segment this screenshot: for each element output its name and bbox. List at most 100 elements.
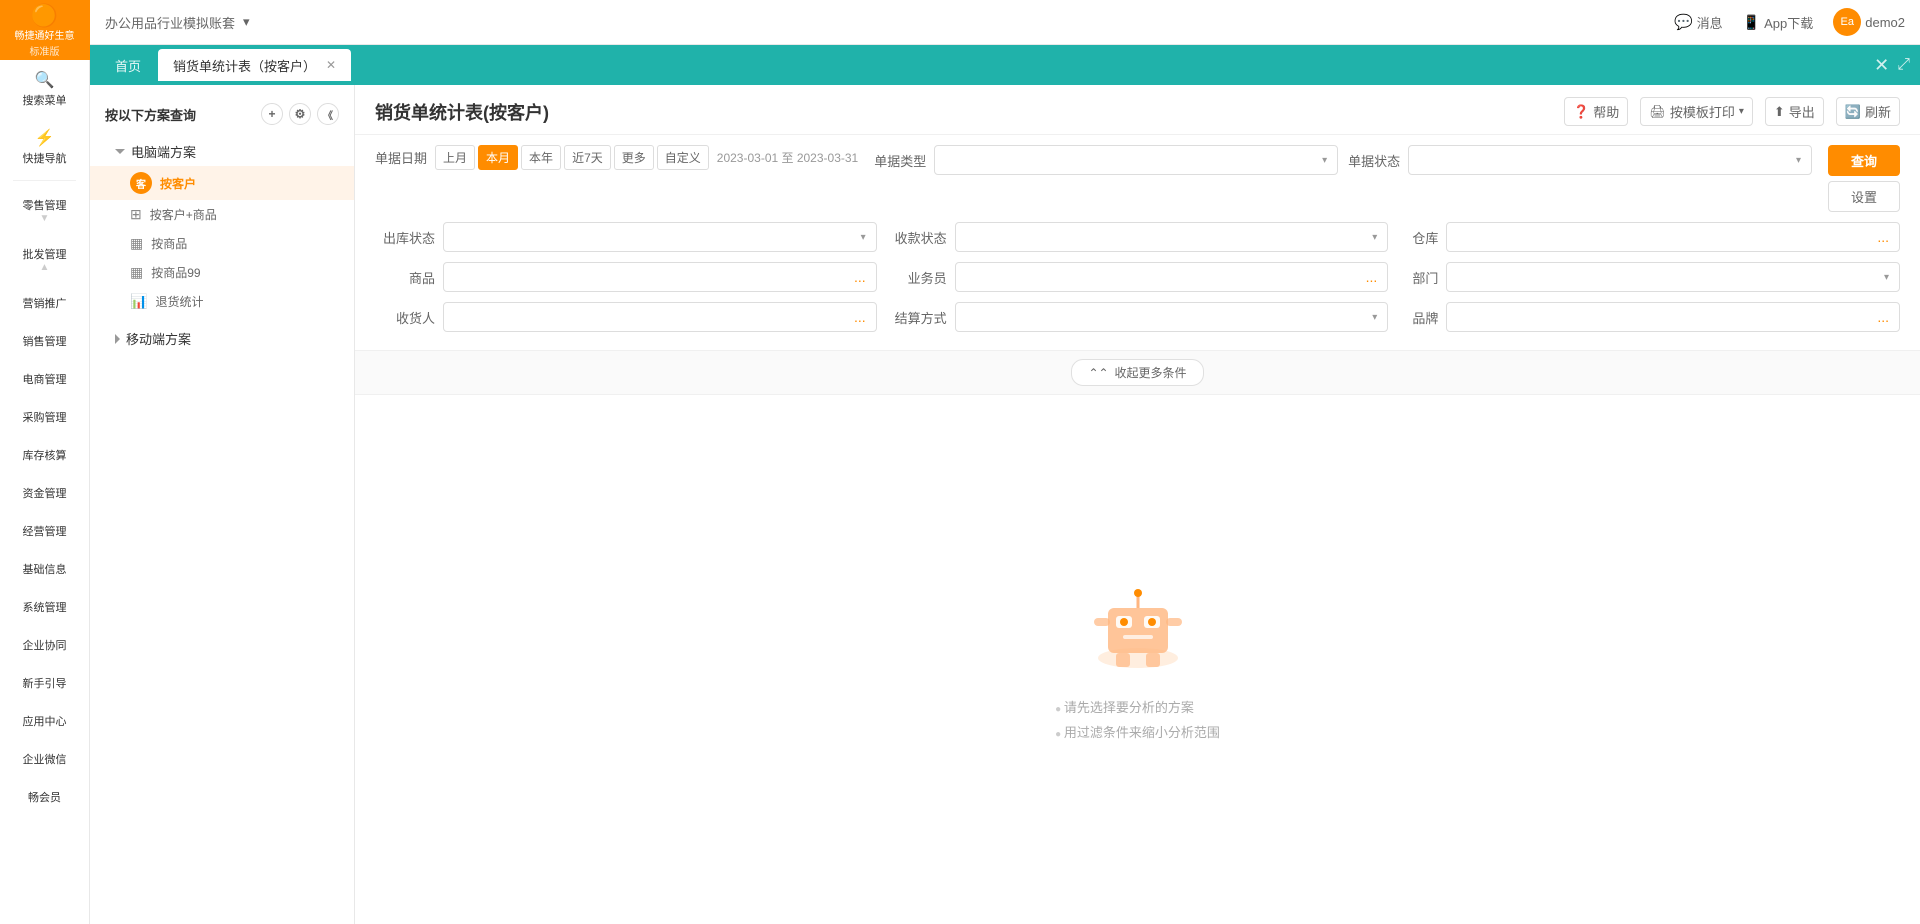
sidebar-item-inventory[interactable]: 库存核算	[0, 435, 90, 473]
receipt-status-select[interactable]: ▾	[955, 222, 1389, 252]
window-close-icon[interactable]: ✕	[1874, 55, 1889, 76]
goods-dots[interactable]: ...	[854, 269, 866, 285]
filter-order-type: 单据类型 ▾	[874, 145, 1338, 175]
sidebar-item-marketing[interactable]: 营销推广	[0, 283, 90, 321]
order-type-select[interactable]: ▾	[934, 145, 1338, 175]
sidebar-item-vip[interactable]: 畅会员	[0, 777, 90, 815]
template-print-btn[interactable]: 🖨 按模板打印 ▾	[1640, 97, 1753, 126]
plan-group-mobile-header[interactable]: 移动端方案	[90, 324, 354, 353]
export-icon: ⬆	[1774, 104, 1785, 120]
salesperson-input[interactable]: ...	[955, 262, 1389, 292]
date-btn-last-7[interactable]: 近7天	[564, 145, 611, 170]
out-status-select[interactable]: ▾	[443, 222, 877, 252]
sidebar-item-retail[interactable]: 零售管理 ▼	[0, 185, 90, 234]
wholesale-arrow: ▲	[0, 262, 90, 273]
date-btn-last-month[interactable]: 上月	[435, 145, 475, 170]
pc-group-label: 电脑端方案	[131, 142, 196, 161]
goods-input[interactable]: ...	[443, 262, 877, 292]
date-btn-this-month[interactable]: 本月	[478, 145, 518, 170]
date-btn-more[interactable]: 更多	[614, 145, 654, 170]
main-area: 办公用品行业模拟账套 ▾ 💬 消息 📱 App下载 Ea demo2 首页	[90, 0, 1920, 924]
collapse-panel-btn[interactable]: 《	[317, 103, 339, 125]
help-btn[interactable]: ❓ 帮助	[1564, 97, 1628, 126]
filter-section: 单据日期 上月 本月 本年 近7天 更多 自定义 2023-03-01 至 20…	[355, 135, 1920, 350]
date-btn-custom[interactable]: 自定义	[657, 145, 709, 170]
date-btn-this-year[interactable]: 本年	[521, 145, 561, 170]
sidebar-item-sales[interactable]: 销售管理	[0, 321, 90, 359]
plan-label-by-goods: 按商品	[151, 235, 187, 252]
empty-illustration	[1078, 573, 1198, 676]
plan-item-return-stats[interactable]: 📊 退货统计	[90, 287, 354, 316]
order-status-select[interactable]: ▾	[1408, 145, 1812, 175]
department-chevron: ▾	[1884, 272, 1889, 283]
quick-nav-icon: ⚡	[0, 128, 90, 148]
retail-arrow: ▼	[0, 213, 90, 224]
filter-salesperson: 业务员 ...	[887, 262, 1389, 292]
window-maximize-icon[interactable]: ⤢	[1897, 56, 1910, 74]
query-button[interactable]: 查询	[1828, 145, 1900, 176]
tab-sales-report[interactable]: 销货单统计表（按客户） ✕	[158, 49, 351, 81]
refresh-btn[interactable]: 🔄 刷新	[1836, 97, 1900, 126]
receiver-dots[interactable]: ...	[854, 309, 866, 325]
empty-hint-1: 请先选择要分析的方案	[1055, 697, 1220, 716]
sidebar-item-wechat[interactable]: 企业微信	[0, 739, 90, 777]
settings-plan-btn[interactable]: ⚙	[289, 103, 311, 125]
warehouse-select[interactable]: ...	[1446, 222, 1900, 252]
collapse-button[interactable]: ⌃⌃ 收起更多条件	[1071, 359, 1203, 386]
tab-close-icon[interactable]: ✕	[326, 58, 336, 72]
filter-order-status: 单据状态 ▾	[1348, 145, 1812, 175]
filter-out-status: 出库状态 ▾	[375, 222, 877, 252]
plan-item-by-customer[interactable]: 客 按客户	[90, 166, 354, 200]
date-shortcuts: 上月 本月 本年 近7天 更多 自定义	[435, 145, 709, 170]
sidebar-item-system[interactable]: 系统管理	[0, 587, 90, 625]
plan-group-pc-header[interactable]: 电脑端方案	[90, 137, 354, 166]
salesperson-dots[interactable]: ...	[1366, 269, 1378, 285]
filter-right-group: 单据类型 ▾ 单据状态 ▾	[874, 145, 1812, 175]
sidebar-item-ecommerce[interactable]: 电商管理	[0, 359, 90, 397]
plan-item-by-goods-99[interactable]: ▦ 按商品99	[90, 258, 354, 287]
warehouse-dots[interactable]: ...	[1877, 229, 1889, 245]
collapse-bar[interactable]: ⌃⌃ 收起更多条件	[355, 350, 1920, 395]
sidebar-item-enterprise[interactable]: 企业协同	[0, 625, 90, 663]
brand-dots[interactable]: ...	[1877, 309, 1889, 325]
download-icon: 📱	[1743, 14, 1760, 31]
settings-button[interactable]: 设置	[1828, 181, 1900, 212]
sidebar-item-app-center[interactable]: 应用中心	[0, 701, 90, 739]
department-label: 部门	[1398, 268, 1438, 287]
user-profile[interactable]: Ea demo2	[1833, 8, 1905, 36]
filter-receipt-status: 收款状态 ▾	[887, 222, 1389, 252]
app-download-btn[interactable]: 📱 App下载	[1743, 13, 1814, 32]
receipt-status-chevron: ▾	[1372, 232, 1377, 243]
refresh-label: 刷新	[1865, 102, 1891, 121]
collapse-label: 收起更多条件	[1115, 364, 1187, 381]
department-select[interactable]: ▾	[1446, 262, 1900, 292]
sidebar-label-search: 搜索菜单	[0, 92, 90, 108]
sidebar-item-basic-info[interactable]: 基础信息	[0, 549, 90, 587]
plan-item-by-goods[interactable]: ▦ 按商品	[90, 229, 354, 258]
sidebar-item-operation[interactable]: 经营管理	[0, 511, 90, 549]
tab-home[interactable]: 首页	[100, 49, 156, 81]
header-dropdown-icon[interactable]: ▾	[243, 14, 250, 30]
settlement-select[interactable]: ▾	[955, 302, 1389, 332]
sidebar-item-finance[interactable]: 资金管理	[0, 473, 90, 511]
avatar: Ea	[1833, 8, 1861, 36]
sidebar-item-quick-nav[interactable]: ⚡ 快捷导航	[0, 118, 90, 176]
sidebar-item-search[interactable]: 🔍 搜索菜单	[0, 60, 90, 118]
filter-row-4: 收货人 ... 结算方式 ▾ 品牌	[375, 302, 1900, 332]
pc-group-expand-icon	[115, 149, 125, 154]
message-label: 消息	[1697, 13, 1723, 32]
print-icon: 🖨	[1649, 104, 1666, 120]
app-title: 办公用品行业模拟账套	[105, 13, 235, 32]
receiver-input[interactable]: ...	[443, 302, 877, 332]
sidebar-divider-1	[13, 180, 75, 181]
top-header: 办公用品行业模拟账套 ▾ 💬 消息 📱 App下载 Ea demo2	[90, 0, 1920, 45]
sidebar-item-newbie[interactable]: 新手引导	[0, 663, 90, 701]
sidebar-item-wholesale[interactable]: 批发管理 ▲	[0, 234, 90, 283]
message-btn[interactable]: 💬 消息	[1674, 13, 1723, 32]
sidebar-item-purchase[interactable]: 采购管理	[0, 397, 90, 435]
brand-input[interactable]: ...	[1446, 302, 1900, 332]
plan-item-by-customer-goods[interactable]: ⊞ 按客户+商品	[90, 200, 354, 229]
filter-row-1: 单据日期 上月 本月 本年 近7天 更多 自定义 2023-03-01 至 20…	[375, 145, 1900, 212]
export-btn[interactable]: ⬆ 导出	[1765, 97, 1824, 126]
add-plan-btn[interactable]: +	[261, 103, 283, 125]
